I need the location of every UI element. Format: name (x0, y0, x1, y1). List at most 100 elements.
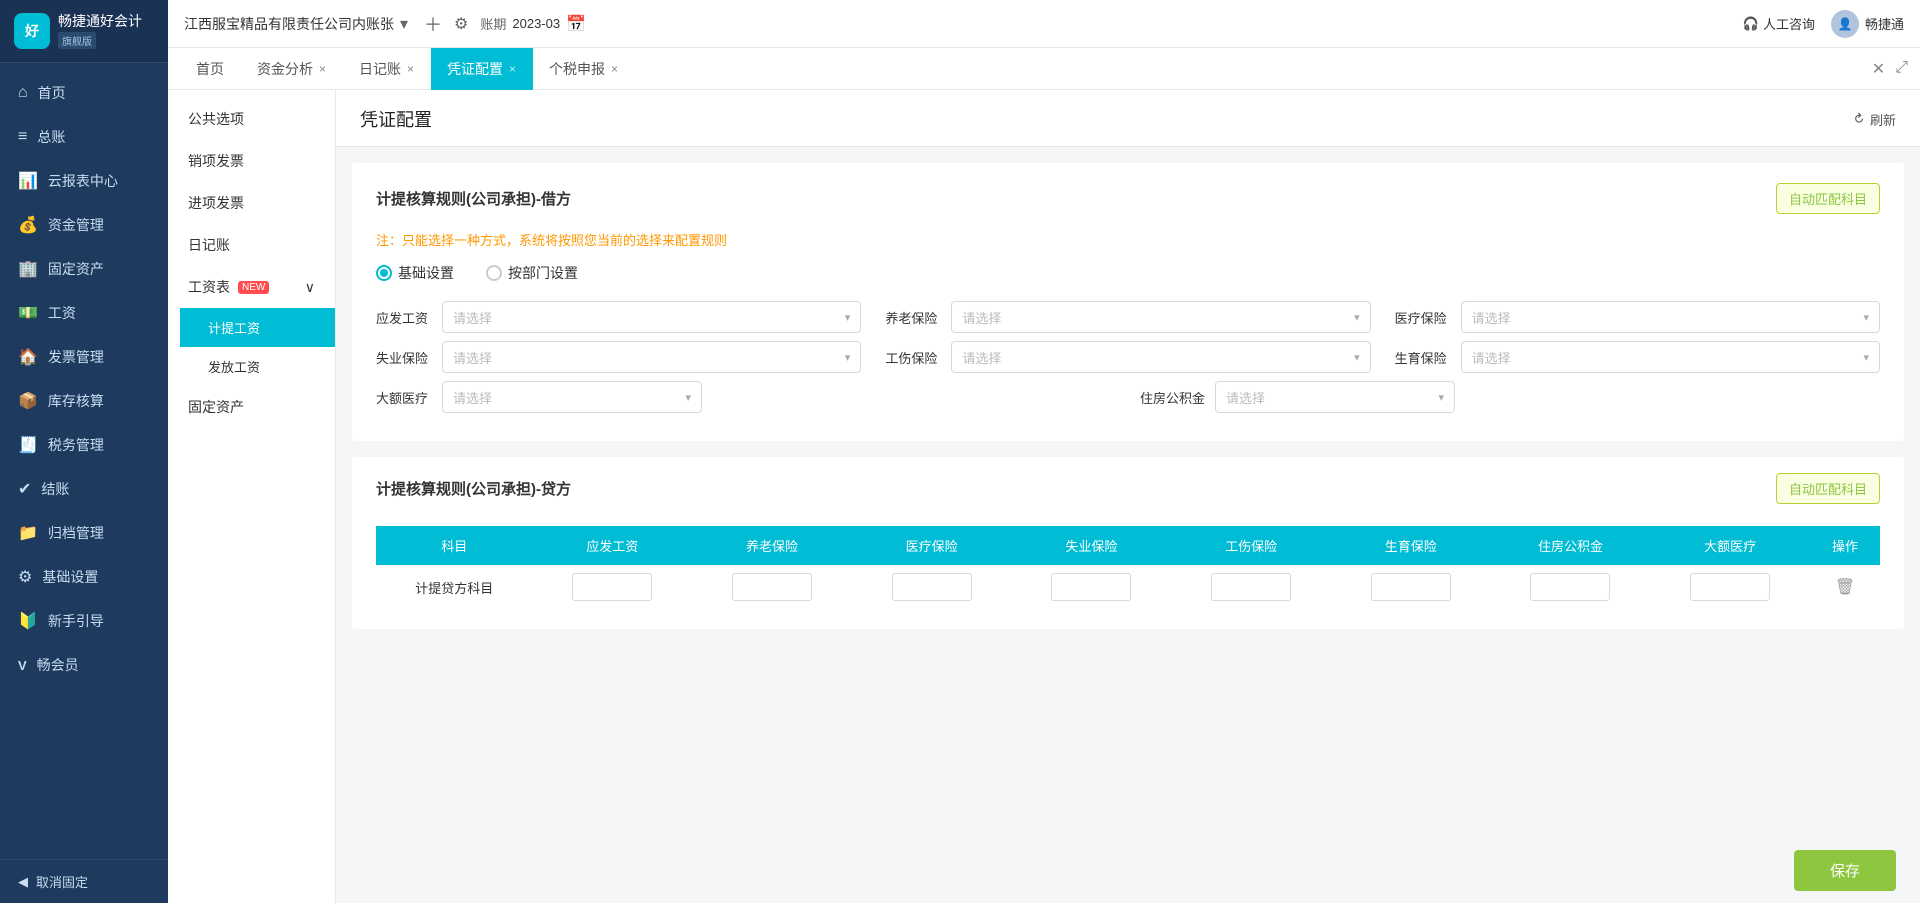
user-button[interactable]: 👤 畅捷通 (1831, 10, 1904, 38)
input-gongshang[interactable] (1211, 573, 1291, 601)
select-daeyiliao-placeholder: 请选择 (453, 388, 492, 407)
sidebar-item-salary[interactable]: 💵 工资 (0, 291, 168, 335)
th-yingfa: 应发工资 (532, 526, 692, 565)
input-shengyu[interactable] (1371, 573, 1451, 601)
calendar-icon[interactable]: 📅 (566, 14, 586, 34)
tab-journal[interactable]: 日记账 × (343, 48, 431, 90)
headset-icon: 🎧 (1743, 16, 1759, 32)
tabbar-actions: ✕ ⤢ (1872, 59, 1908, 79)
sidebar-item-inventory[interactable]: 📦 库存核算 (0, 379, 168, 423)
sidebar-item-reports[interactable]: 📊 云报表中心 (0, 159, 168, 203)
th-yanglao: 养老保险 (692, 526, 852, 565)
radio-basic[interactable]: 基础设置 (376, 263, 454, 283)
left-nav-payment[interactable]: 发放工资 (180, 347, 335, 386)
service-button[interactable]: 🎧 人工咨询 (1743, 14, 1815, 33)
sidebar-item-tax[interactable]: 🧾 税务管理 (0, 423, 168, 467)
sidebar-item-vip[interactable]: V 畅会员 (0, 643, 168, 687)
settings-button[interactable]: ⚙ (454, 14, 468, 34)
th-shiye: 失业保险 (1012, 526, 1172, 565)
left-nav-journal[interactable]: 日记账 (168, 224, 335, 266)
period-label: 账期 (480, 14, 506, 33)
left-nav-accrual[interactable]: 计提工资 (180, 308, 335, 347)
th-subject: 科目 (376, 526, 532, 565)
section2-header: 计提核算规则(公司承担)-贷方 自动匹配科目 (376, 473, 1880, 514)
delete-row-button[interactable]: 🗑 (1835, 579, 1855, 596)
select-shengyu[interactable]: 请选择 ▾ (1461, 341, 1880, 373)
sidebar-item-home[interactable]: ⌂ 首页 (0, 71, 168, 115)
sidebar-item-funds[interactable]: 💰 资金管理 (0, 203, 168, 247)
left-nav-public[interactable]: 公共选项 (168, 98, 335, 140)
add-button[interactable]: ＋ (424, 11, 442, 37)
tab-funds-close[interactable]: × (319, 62, 326, 76)
tab-tax-label: 个税申报 (549, 59, 605, 79)
refresh-button[interactable]: ↻ 刷新 (1853, 110, 1896, 129)
sidebar: 好 畅捷通好会计 旗舰版 ⌂ 首页 ≡ 总账 📊 云报表中心 💰 资金管理 🏢 … (0, 0, 168, 903)
tab-tax[interactable]: 个税申报 × (533, 48, 635, 90)
tab-voucher-config[interactable]: 凭证配置 × (431, 48, 533, 90)
input-yiliao[interactable] (892, 573, 972, 601)
form-item-yingfa: 应发工资 请选择 ▾ (376, 301, 861, 333)
left-nav-sales-invoice[interactable]: 销项发票 (168, 140, 335, 182)
td-yingfa (532, 565, 692, 609)
sidebar-item-label: 工资 (48, 303, 76, 323)
select-gongshang[interactable]: 请选择 ▾ (951, 341, 1370, 373)
save-button[interactable]: 保存 (1794, 850, 1896, 891)
sidebar-item-guide[interactable]: 🔰 新手引导 (0, 599, 168, 643)
maximize-button[interactable]: ⤢ (1895, 59, 1908, 79)
select-gongshang-placeholder: 请选择 (962, 348, 1001, 367)
reports-icon: 📊 (18, 171, 38, 191)
th-gongjijin: 住房公积金 (1491, 526, 1651, 565)
tab-home[interactable]: 首页 (180, 48, 241, 90)
left-nav-payroll-table[interactable]: 工资表 NEW ∨ (168, 266, 335, 308)
input-daeyiliao[interactable] (1690, 573, 1770, 601)
input-yingfa[interactable] (572, 573, 652, 601)
new-badge: NEW (238, 281, 269, 294)
select-daeyiliao[interactable]: 请选择 ▾ (442, 381, 702, 413)
page-header: 凭证配置 ↻ 刷新 (336, 90, 1920, 147)
sidebar-logo: 好 畅捷通好会计 旗舰版 (0, 0, 168, 63)
service-label: 人工咨询 (1763, 14, 1815, 33)
tab-tax-close[interactable]: × (611, 62, 618, 76)
input-gongjijin[interactable] (1530, 573, 1610, 601)
select-yanglao[interactable]: 请选择 ▾ (951, 301, 1370, 333)
sidebar-item-fixed-assets[interactable]: 🏢 固定资产 (0, 247, 168, 291)
input-shiye[interactable] (1051, 573, 1131, 601)
avatar: 👤 (1831, 10, 1859, 38)
content-area: 公共选项 销项发票 进项发票 日记账 工资表 NEW ∨ 计提工资 发 (168, 90, 1920, 903)
pin-icon: ◀ (18, 874, 28, 890)
inventory-icon: 📦 (18, 391, 38, 411)
sidebar-item-settle[interactable]: ✔ 结账 (0, 467, 168, 511)
cancel-pin-button[interactable]: ◀ 取消固定 (0, 859, 168, 903)
left-nav-fixed-assets[interactable]: 固定资产 (168, 386, 335, 428)
form-label-shiye: 失业保险 (376, 348, 432, 367)
radio-dept[interactable]: 按部门设置 (486, 263, 578, 283)
chevron-down-icon: ▾ (845, 311, 851, 324)
select-yingfa[interactable]: 请选择 ▾ (442, 301, 861, 333)
salary-icon: 💵 (18, 303, 38, 323)
auto-match-credit-button[interactable]: 自动匹配科目 (1776, 473, 1880, 504)
form-item-daeyiliao: 大额医疗 请选择 ▾ (376, 381, 1116, 413)
vip-icon: V (18, 658, 27, 673)
input-yanglao[interactable] (732, 573, 812, 601)
sidebar-item-invoice[interactable]: 🏠 发票管理 (0, 335, 168, 379)
app-edition: 旗舰版 (58, 32, 96, 49)
select-shiye[interactable]: 请选择 ▾ (442, 341, 861, 373)
sidebar-item-ledger[interactable]: ≡ 总账 (0, 115, 168, 159)
company-dropdown-icon[interactable]: ▾ (400, 14, 408, 34)
tab-journal-close[interactable]: × (407, 62, 414, 76)
tab-voucher-close[interactable]: × (509, 62, 516, 76)
section1-note: 注：只能选择一种方式，系统将按照您当前的选择来配置规则 (376, 230, 1880, 249)
sidebar-item-archive[interactable]: 📁 归档管理 (0, 511, 168, 555)
cancel-pin-label: 取消固定 (36, 872, 88, 891)
left-nav-purchase-invoice[interactable]: 进项发票 (168, 182, 335, 224)
sidebar-item-label: 总账 (37, 127, 65, 147)
left-nav-fixed-assets-label: 固定资产 (188, 397, 244, 417)
close-tab-button[interactable]: ✕ (1872, 59, 1885, 79)
sidebar-item-basic-settings[interactable]: ⚙ 基础设置 (0, 555, 168, 599)
form-label-yanglao: 养老保险 (885, 308, 941, 327)
select-gongjijin[interactable]: 请选择 ▾ (1215, 381, 1455, 413)
tab-funds[interactable]: 资金分析 × (241, 48, 343, 90)
td-gongshang (1171, 565, 1331, 609)
auto-match-debit-button[interactable]: 自动匹配科目 (1776, 183, 1880, 214)
select-yiliao[interactable]: 请选择 ▾ (1461, 301, 1880, 333)
